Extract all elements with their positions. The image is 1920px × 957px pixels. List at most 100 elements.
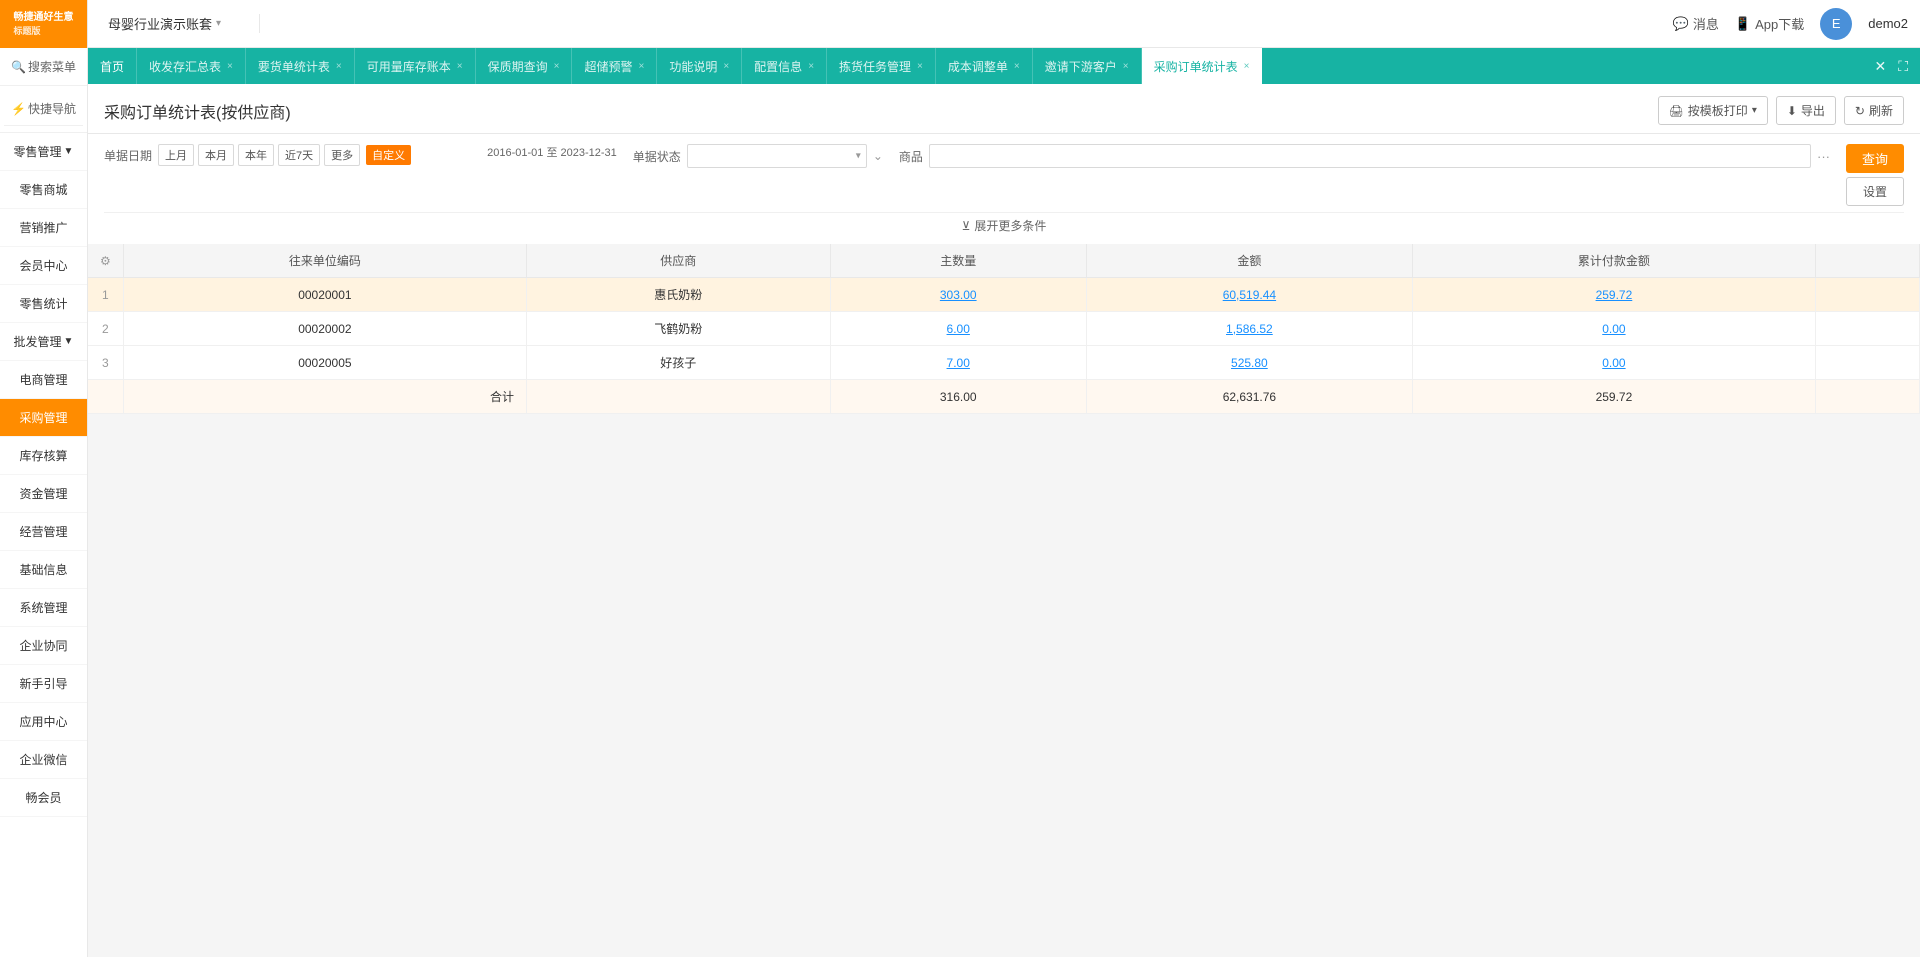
sidebar-item-畅会员[interactable]: 畅会员 (0, 779, 87, 817)
sidebar-item-会员中心[interactable]: 会员中心 (0, 247, 87, 285)
table-row: 1 00020001 惠氏奶粉 303.00 60,519.44 259.72 (88, 278, 1920, 312)
amount-cell[interactable]: 525.80 (1086, 346, 1412, 380)
tab-label: 可用量库存账本 (367, 58, 451, 75)
tab-close-icon[interactable]: × (1014, 61, 1020, 72)
workspace-selector[interactable]: 母婴行业演示账套 ▾ (100, 14, 260, 33)
tab-close-icon[interactable]: × (554, 61, 560, 72)
tab-超储预警[interactable]: 超储预警× (572, 48, 657, 84)
sidebar-item-经营管理[interactable]: 经营管理 (0, 513, 87, 551)
message-button[interactable]: 💬 消息 (1673, 14, 1719, 33)
goods-input[interactable] (929, 144, 1811, 168)
sidebar-item-电商管理[interactable]: 电商管理 (0, 361, 87, 399)
amount-cell[interactable]: 60,519.44 (1086, 278, 1412, 312)
sidebar-item-基础信息[interactable]: 基础信息 (0, 551, 87, 589)
table-row: 3 00020005 好孩子 7.00 525.80 0.00 (88, 346, 1920, 380)
tab-close-icon[interactable]: × (638, 61, 644, 72)
main-qty-cell[interactable]: 7.00 (830, 346, 1086, 380)
search-menu-button[interactable]: 🔍 搜索菜单 (4, 54, 83, 79)
tab-close-icon[interactable]: × (227, 61, 233, 72)
export-button[interactable]: ⬇ 导出 (1776, 96, 1836, 125)
table-row: 2 00020002 飞鹤奶粉 6.00 1,586.52 0.00 (88, 312, 1920, 346)
page-header: 采购订单统计表(按供应商) 🖨 按模板打印 ▾ ⬇ 导出 ↻ 刷新 (88, 84, 1920, 134)
date-option-上月[interactable]: 上月 (158, 144, 194, 166)
tab-可用量库存账本[interactable]: 可用量库存账本 × (355, 48, 476, 84)
tab-采购订单统计表[interactable]: 采购订单统计表× (1142, 48, 1263, 84)
amount-cell[interactable]: 1,586.52 (1086, 312, 1412, 346)
paid-amount-cell[interactable]: 259.72 (1412, 278, 1815, 312)
query-button[interactable]: 查询 (1846, 144, 1904, 173)
tab-配置信息[interactable]: 配置信息× (742, 48, 827, 84)
tab-功能说明[interactable]: 功能说明× (657, 48, 742, 84)
tab-close-icon[interactable]: × (336, 61, 342, 72)
date-option-更多[interactable]: 更多 (324, 144, 360, 166)
tab-close-icon[interactable]: × (808, 61, 814, 72)
tab-label: 成本调整单 (948, 58, 1008, 75)
main-qty-link[interactable]: 303.00 (940, 288, 977, 302)
footer-vendor-cell (527, 380, 830, 414)
main-qty-cell[interactable]: 6.00 (830, 312, 1086, 346)
tab-拣货任务管理[interactable]: 拣货任务管理× (827, 48, 936, 84)
status-filter-label: 单据状态 (633, 148, 681, 165)
tab-首页[interactable]: 首页 (88, 48, 137, 84)
footer-main-qty-cell: 316.00 (830, 380, 1086, 414)
sidebar-item-零售商城[interactable]: 零售商城 (0, 171, 87, 209)
main-qty-link[interactable]: 7.00 (947, 356, 970, 370)
username-label[interactable]: demo2 (1868, 16, 1908, 31)
topbar-right: 💬 消息 📱 App下载 E demo2 (1673, 8, 1908, 40)
date-options: 上月本月本年近7天更多 (158, 144, 360, 166)
page-title: 采购订单统计表(按供应商) (104, 99, 291, 123)
quick-nav-button[interactable]: ⚡ 快捷导航 (4, 92, 83, 126)
column-settings-icon[interactable]: ⚙ (100, 254, 111, 268)
message-icon: 💬 (1673, 16, 1689, 32)
paid-amount-link[interactable]: 0.00 (1602, 322, 1625, 336)
tab-close-icon[interactable]: × (723, 61, 729, 72)
refresh-button[interactable]: ↻ 刷新 (1844, 96, 1904, 125)
empty-cell (1816, 346, 1920, 380)
paid-amount-cell[interactable]: 0.00 (1412, 346, 1815, 380)
tabbar: 首页收发存汇总表×要货单统计表×可用量库存账本×保质期查询×超储预警×功能说明×… (88, 48, 1920, 84)
amount-link[interactable]: 60,519.44 (1223, 288, 1276, 302)
app-download-button[interactable]: 📱 App下载 (1735, 14, 1804, 33)
sidebar-item-营销推广[interactable]: 营销推广 (0, 209, 87, 247)
paid-amount-link[interactable]: 259.72 (1596, 288, 1633, 302)
expand-more-button[interactable]: ⊻ 展开更多条件 (104, 212, 1904, 238)
sidebar-item-采购管理[interactable]: 采购管理 (0, 399, 87, 437)
paid-amount-link[interactable]: 0.00 (1602, 356, 1625, 370)
date-option-本月[interactable]: 本月 (198, 144, 234, 166)
sidebar-item-零售统计[interactable]: 零售统计 (0, 285, 87, 323)
sidebar-item-库存核算[interactable]: 库存核算 (0, 437, 87, 475)
tab-收发存汇总表[interactable]: 收发存汇总表× (137, 48, 246, 84)
sidebar-item-资金管理[interactable]: 资金管理 (0, 475, 87, 513)
tab-close-icon[interactable]: × (457, 61, 463, 72)
sidebar-item-企业协同[interactable]: 企业协同 (0, 627, 87, 665)
tab-要货单统计表[interactable]: 要货单统计表× (246, 48, 355, 84)
print-button[interactable]: 🖨 按模板打印 ▾ (1658, 96, 1768, 125)
goods-more-icon[interactable]: ··· (1817, 149, 1830, 164)
main-qty-link[interactable]: 6.00 (947, 322, 970, 336)
close-tab-button[interactable]: ✕ (1870, 56, 1890, 77)
sidebar-item-新手引导[interactable]: 新手引导 (0, 665, 87, 703)
empty-col-header (1816, 244, 1920, 278)
sidebar-item-系统管理[interactable]: 系统管理 (0, 589, 87, 627)
tab-close-icon[interactable]: × (1123, 61, 1129, 72)
tab-保质期查询[interactable]: 保质期查询× (476, 48, 573, 84)
tab-成本调整单[interactable]: 成本调整单 × (936, 48, 1033, 84)
tab-close-icon[interactable]: × (917, 61, 923, 72)
amount-link[interactable]: 525.80 (1231, 356, 1268, 370)
tab-close-icon[interactable]: × (1244, 61, 1250, 72)
date-option-本年[interactable]: 本年 (238, 144, 274, 166)
sidebar-item-零售管理[interactable]: 零售管理▼ (0, 133, 87, 171)
vendor-code-cell: 00020002 (123, 312, 526, 346)
paid-amount-cell[interactable]: 0.00 (1412, 312, 1815, 346)
status-select[interactable] (687, 144, 867, 168)
custom-date-button[interactable]: 自定义 (366, 145, 411, 165)
main-qty-cell[interactable]: 303.00 (830, 278, 1086, 312)
amount-link[interactable]: 1,586.52 (1226, 322, 1273, 336)
tab-邀请下游客户[interactable]: 邀请下游客户× (1033, 48, 1142, 84)
sidebar-item-企业微信[interactable]: 企业微信 (0, 741, 87, 779)
maximize-tab-button[interactable]: ⛶ (1894, 56, 1912, 77)
settings-button[interactable]: 设置 (1846, 177, 1904, 206)
sidebar-item-应用中心[interactable]: 应用中心 (0, 703, 87, 741)
sidebar-item-批发管理[interactable]: 批发管理▼ (0, 323, 87, 361)
date-option-近7天[interactable]: 近7天 (278, 144, 320, 166)
